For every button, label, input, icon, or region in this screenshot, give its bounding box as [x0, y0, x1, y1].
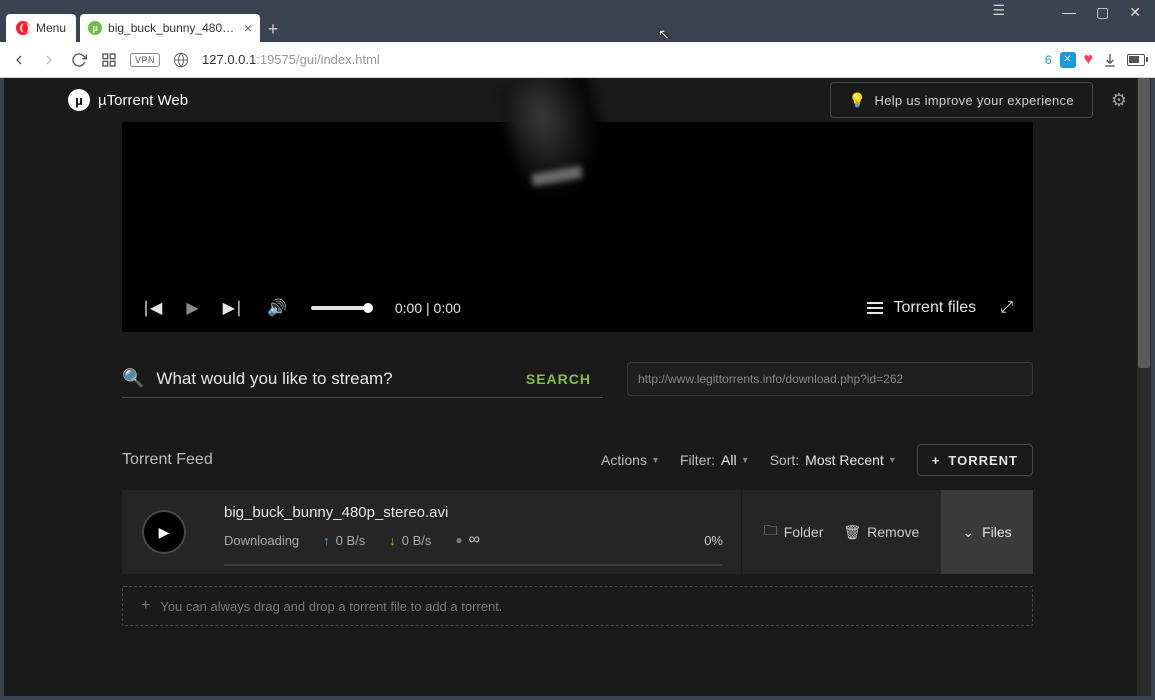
- settings-gear-icon[interactable]: ⚙: [1111, 90, 1127, 111]
- actions-dropdown[interactable]: Actions ▾: [601, 452, 658, 468]
- upload-speed: ↑0 B/s: [323, 533, 365, 548]
- plus-icon: +: [932, 453, 941, 468]
- video-player[interactable]: ∣◀ ▶ ▶∣ 🔊 0:00 | 0:00 Torrent files ⤢: [122, 122, 1033, 332]
- play-icon[interactable]: ▶: [186, 298, 198, 318]
- torrent-url-value: http://www.legittorrents.info/download.p…: [638, 372, 903, 386]
- utorrent-logo-icon: µ: [68, 89, 90, 111]
- battery-saver-icon[interactable]: [1127, 54, 1145, 66]
- dropzone-hint: You can always drag and drop a torrent f…: [160, 599, 502, 614]
- add-torrent-label: TORRENT: [948, 453, 1018, 468]
- open-folder-button[interactable]: 🗀 Folder: [764, 520, 824, 544]
- chevron-down-icon: ▾: [890, 455, 895, 466]
- url-host: 127.0.0.1: [202, 52, 256, 67]
- torrent-dropzone[interactable]: + You can always drag and drop a torrent…: [122, 586, 1033, 626]
- tab-title: big_buck_bunny_480p_ste: [108, 21, 238, 35]
- speed-dial-icon[interactable]: [100, 51, 118, 69]
- opera-logo-icon: [16, 21, 30, 35]
- scrollbar[interactable]: [1137, 78, 1151, 696]
- site-info-globe-icon[interactable]: [172, 51, 190, 69]
- filter-dropdown[interactable]: Filter: All ▾: [680, 452, 748, 468]
- next-track-icon[interactable]: ▶∣: [223, 298, 243, 318]
- volume-icon[interactable]: 🔊: [267, 298, 287, 318]
- utorrent-favicon-icon: µ: [88, 21, 102, 35]
- brand-name: µTorrent Web: [98, 92, 188, 109]
- peers-icon: ●: [455, 533, 462, 547]
- torrent-status: Downloading: [224, 533, 299, 548]
- download-icon: ↓: [389, 533, 396, 548]
- vpn-badge[interactable]: VPN: [130, 53, 160, 67]
- list-icon: [867, 302, 883, 314]
- plus-icon: +: [141, 597, 150, 615]
- remove-torrent-button[interactable]: 🗑 Remove: [843, 524, 919, 541]
- torrent-name: big_buck_bunny_480p_stereo.avi: [224, 504, 723, 521]
- stream-search-input[interactable]: 🔍 What would you like to stream? SEARCH: [122, 360, 603, 398]
- improve-label: Help us improve your experience: [875, 93, 1074, 108]
- bookmark-heart-icon[interactable]: ♥: [1084, 51, 1094, 69]
- new-tab-button[interactable]: +: [260, 16, 286, 42]
- search-icon: 🔍: [122, 368, 144, 389]
- play-torrent-button[interactable]: ▶: [142, 510, 186, 554]
- trash-icon: 🗑: [843, 524, 861, 541]
- brand-logo: µ µTorrent Web: [68, 89, 188, 111]
- progress-bar: [224, 564, 723, 566]
- fullscreen-icon[interactable]: ⤢: [1000, 299, 1013, 317]
- add-torrent-button[interactable]: + TORRENT: [917, 444, 1033, 476]
- torrent-files-toggle[interactable]: Torrent files: [867, 299, 976, 317]
- prev-track-icon[interactable]: ∣◀: [142, 298, 162, 318]
- window-menu-icon[interactable]: ☰: [992, 2, 1005, 19]
- search-button[interactable]: SEARCH: [526, 371, 591, 387]
- sort-dropdown[interactable]: Sort: Most Recent ▾: [770, 452, 895, 468]
- adblock-shield-icon[interactable]: ✕: [1060, 52, 1076, 68]
- peers: ●∞: [455, 531, 480, 549]
- reload-icon[interactable]: [70, 51, 88, 69]
- tab-close-icon[interactable]: ×: [244, 20, 252, 36]
- search-placeholder: What would you like to stream?: [156, 369, 513, 389]
- opera-menu-button[interactable]: Menu: [6, 14, 76, 42]
- downloads-icon[interactable]: [1101, 51, 1119, 69]
- url-rest: :19575/gui/index.html: [256, 52, 380, 67]
- nav-back-icon[interactable]: [10, 51, 28, 69]
- torrent-row[interactable]: ▶ big_buck_bunny_480p_stereo.avi Downloa…: [122, 490, 1033, 574]
- minimize-icon[interactable]: —: [1062, 4, 1076, 21]
- torrent-url-input[interactable]: http://www.legittorrents.info/download.p…: [627, 362, 1033, 396]
- scrollbar-thumb[interactable]: [1138, 78, 1150, 368]
- adblock-count: 6: [1045, 53, 1052, 67]
- files-panel-toggle[interactable]: ⌄ Files: [941, 490, 1033, 574]
- chevron-down-icon: ⌄: [962, 524, 974, 541]
- browser-tab[interactable]: µ big_buck_bunny_480p_ste ×: [80, 14, 260, 42]
- folder-icon: 🗀: [764, 520, 778, 544]
- address-url[interactable]: 127.0.0.1:19575/gui/index.html: [202, 52, 380, 67]
- nav-forward-icon: [40, 51, 58, 69]
- progress-percent: 0%: [704, 533, 723, 548]
- chevron-down-icon: ▾: [743, 455, 748, 466]
- playback-time: 0:00 | 0:00: [395, 300, 461, 316]
- volume-slider[interactable]: [311, 306, 371, 310]
- feed-title: Torrent Feed: [122, 451, 213, 469]
- upload-icon: ↑: [323, 533, 330, 548]
- download-speed: ↓0 B/s: [389, 533, 431, 548]
- lightbulb-icon: 💡: [849, 92, 867, 109]
- menu-label: Menu: [36, 21, 66, 35]
- torrent-files-label: Torrent files: [893, 299, 976, 317]
- improve-experience-button[interactable]: 💡 Help us improve your experience: [830, 82, 1093, 118]
- close-window-icon[interactable]: ✕: [1129, 4, 1141, 21]
- maximize-icon[interactable]: ▢: [1096, 4, 1109, 21]
- chevron-down-icon: ▾: [653, 455, 658, 466]
